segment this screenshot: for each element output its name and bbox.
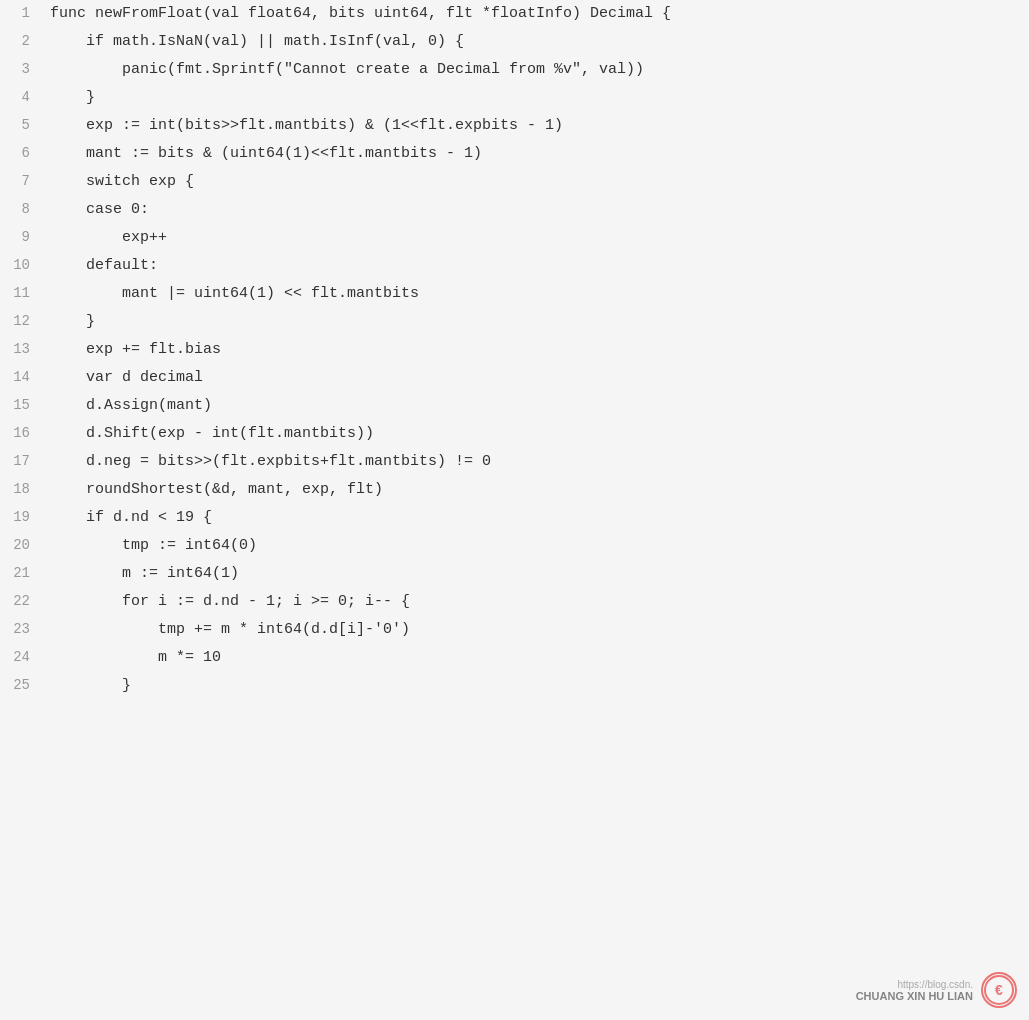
line-number: 12: [0, 308, 42, 336]
line-number: 17: [0, 448, 42, 476]
line-number: 3: [0, 56, 42, 84]
table-row: 5 exp := int(bits>>flt.mantbits) & (1<<f…: [0, 112, 1029, 140]
line-content: if d.nd < 19 {: [42, 504, 1029, 532]
line-content: default:: [42, 252, 1029, 280]
watermark-logo: €: [981, 972, 1017, 1008]
table-row: 15 d.Assign(mant): [0, 392, 1029, 420]
line-content: case 0:: [42, 196, 1029, 224]
line-content: }: [42, 308, 1029, 336]
code-container: 1func newFromFloat(val float64, bits uin…: [0, 0, 1029, 1020]
table-row: 25 }: [0, 672, 1029, 700]
table-row: 18 roundShortest(&d, mant, exp, flt): [0, 476, 1029, 504]
table-row: 8 case 0:: [0, 196, 1029, 224]
line-content: roundShortest(&d, mant, exp, flt): [42, 476, 1029, 504]
line-content: mant |= uint64(1) << flt.mantbits: [42, 280, 1029, 308]
table-row: 24 m *= 10: [0, 644, 1029, 672]
table-row: 11 mant |= uint64(1) << flt.mantbits: [0, 280, 1029, 308]
line-number: 5: [0, 112, 42, 140]
line-content: exp += flt.bias: [42, 336, 1029, 364]
svg-text:€: €: [995, 982, 1003, 998]
line-number: 23: [0, 616, 42, 644]
table-row: 14 var d decimal: [0, 364, 1029, 392]
line-content: tmp := int64(0): [42, 532, 1029, 560]
line-number: 1: [0, 0, 42, 28]
line-content: for i := d.nd - 1; i >= 0; i-- {: [42, 588, 1029, 616]
line-number: 14: [0, 364, 42, 392]
table-row: 7 switch exp {: [0, 168, 1029, 196]
line-content: m := int64(1): [42, 560, 1029, 588]
line-number: 4: [0, 84, 42, 112]
watermark: https://blog.csdn. CHUANG XIN HU LIAN €: [856, 972, 1017, 1008]
line-content: mant := bits & (uint64(1)<<flt.mantbits …: [42, 140, 1029, 168]
line-content: if math.IsNaN(val) || math.IsInf(val, 0)…: [42, 28, 1029, 56]
line-number: 25: [0, 672, 42, 700]
line-number: 15: [0, 392, 42, 420]
line-number: 21: [0, 560, 42, 588]
line-number: 22: [0, 588, 42, 616]
table-row: 21 m := int64(1): [0, 560, 1029, 588]
line-content: tmp += m * int64(d.d[i]-'0'): [42, 616, 1029, 644]
table-row: 19 if d.nd < 19 {: [0, 504, 1029, 532]
table-row: 3 panic(fmt.Sprintf("Cannot create a Dec…: [0, 56, 1029, 84]
line-number: 10: [0, 252, 42, 280]
line-number: 11: [0, 280, 42, 308]
line-content: }: [42, 84, 1029, 112]
line-number: 2: [0, 28, 42, 56]
table-row: 9 exp++: [0, 224, 1029, 252]
line-number: 9: [0, 224, 42, 252]
line-number: 7: [0, 168, 42, 196]
table-row: 22 for i := d.nd - 1; i >= 0; i-- {: [0, 588, 1029, 616]
watermark-url: https://blog.csdn.: [897, 979, 973, 990]
line-content: var d decimal: [42, 364, 1029, 392]
table-row: 2 if math.IsNaN(val) || math.IsInf(val, …: [0, 28, 1029, 56]
line-content: m *= 10: [42, 644, 1029, 672]
line-content: d.Assign(mant): [42, 392, 1029, 420]
table-row: 23 tmp += m * int64(d.d[i]-'0'): [0, 616, 1029, 644]
line-content: d.Shift(exp - int(flt.mantbits)): [42, 420, 1029, 448]
line-number: 20: [0, 532, 42, 560]
code-table: 1func newFromFloat(val float64, bits uin…: [0, 0, 1029, 700]
watermark-brand: CHUANG XIN HU LIAN: [856, 990, 973, 1002]
table-row: 13 exp += flt.bias: [0, 336, 1029, 364]
table-row: 12 }: [0, 308, 1029, 336]
line-number: 6: [0, 140, 42, 168]
table-row: 4 }: [0, 84, 1029, 112]
line-number: 16: [0, 420, 42, 448]
line-content: }: [42, 672, 1029, 700]
line-content: exp++: [42, 224, 1029, 252]
line-content: panic(fmt.Sprintf("Cannot create a Decim…: [42, 56, 1029, 84]
line-number: 18: [0, 476, 42, 504]
table-row: 17 d.neg = bits>>(flt.expbits+flt.mantbi…: [0, 448, 1029, 476]
line-number: 24: [0, 644, 42, 672]
table-row: 20 tmp := int64(0): [0, 532, 1029, 560]
line-number: 19: [0, 504, 42, 532]
line-number: 13: [0, 336, 42, 364]
line-content: d.neg = bits>>(flt.expbits+flt.mantbits)…: [42, 448, 1029, 476]
line-content: switch exp {: [42, 168, 1029, 196]
table-row: 6 mant := bits & (uint64(1)<<flt.mantbit…: [0, 140, 1029, 168]
table-row: 16 d.Shift(exp - int(flt.mantbits)): [0, 420, 1029, 448]
line-content: func newFromFloat(val float64, bits uint…: [42, 0, 1029, 28]
table-row: 1func newFromFloat(val float64, bits uin…: [0, 0, 1029, 28]
table-row: 10 default:: [0, 252, 1029, 280]
watermark-text: https://blog.csdn. CHUANG XIN HU LIAN: [856, 979, 973, 1002]
line-number: 8: [0, 196, 42, 224]
line-content: exp := int(bits>>flt.mantbits) & (1<<flt…: [42, 112, 1029, 140]
